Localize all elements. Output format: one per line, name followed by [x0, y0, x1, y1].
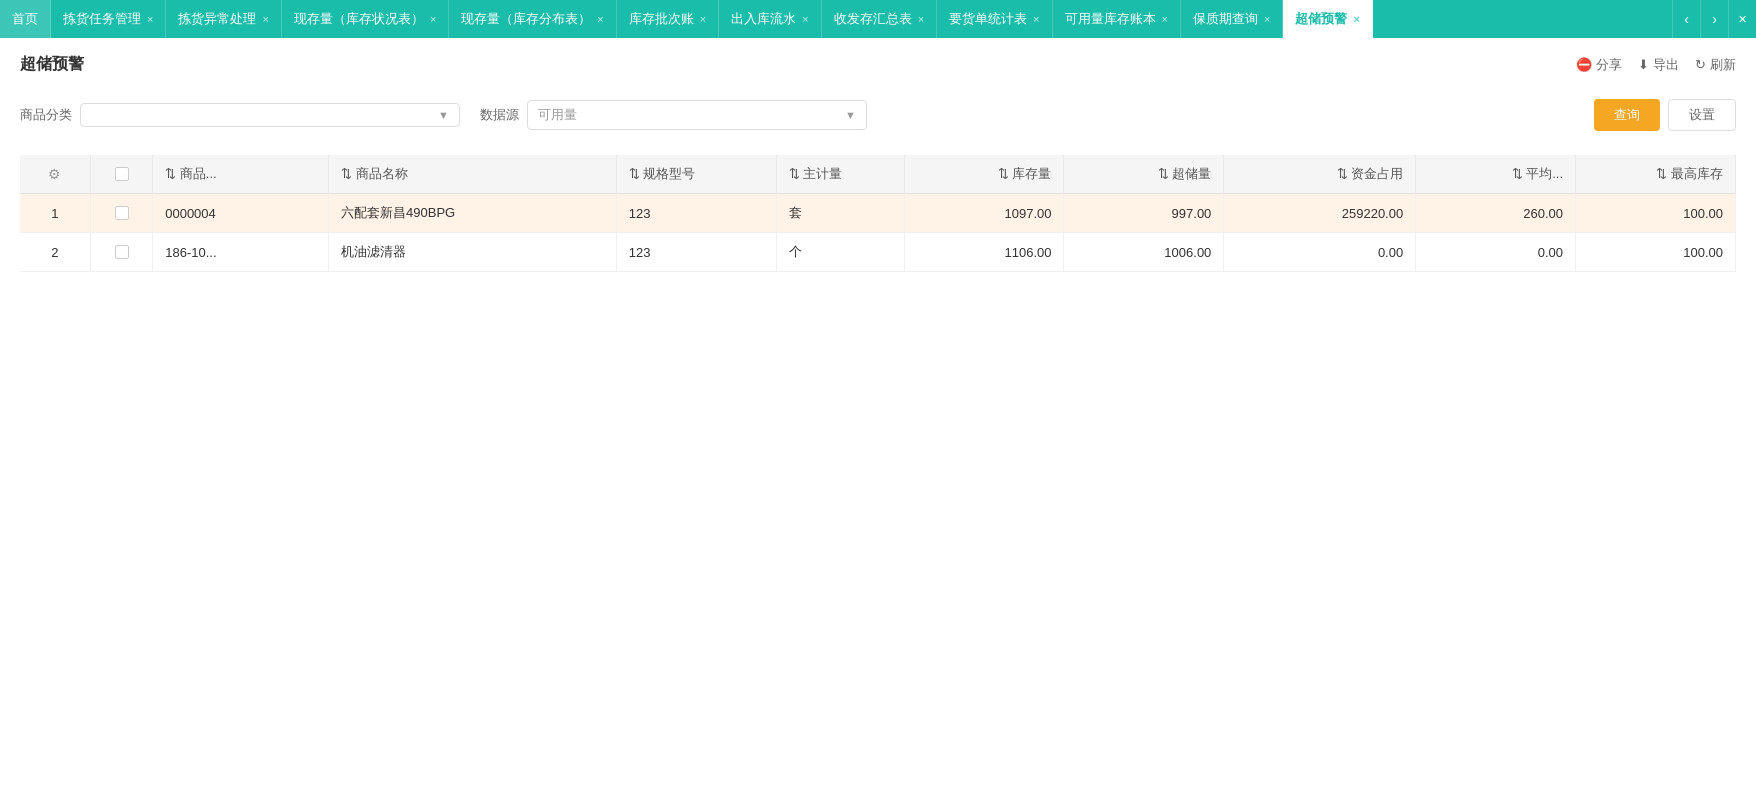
cell-checkbox	[90, 233, 152, 272]
filter-row: 商品分类 ▼ 数据源 可用量 ▼ 查询 设置	[20, 91, 1736, 139]
nav-close-recv-summary[interactable]: ×	[918, 13, 924, 25]
nav-next-arrow[interactable]: ›	[1700, 0, 1728, 38]
nav-inout-flow[interactable]: 出入库流水 ×	[719, 0, 821, 38]
row-checkbox[interactable]	[115, 206, 129, 220]
datasource-label: 数据源	[480, 106, 519, 124]
th-code[interactable]: ⇅ 商品...	[153, 155, 329, 194]
settings-button[interactable]: 设置	[1668, 99, 1736, 131]
category-label: 商品分类	[20, 106, 72, 124]
row-checkbox[interactable]	[115, 245, 129, 259]
nav-avail-account[interactable]: 可用量库存账本 ×	[1053, 0, 1181, 38]
table-row: 1 0000004 六配套新昌490BPG 123 套 1097.00 997.…	[20, 194, 1736, 233]
refresh-button[interactable]: ↻ 刷新	[1695, 56, 1736, 74]
cell-capital: 0.00	[1224, 233, 1416, 272]
nav-close-stock-status[interactable]: ×	[430, 13, 436, 25]
nav-batch-account[interactable]: 库存批次账 ×	[617, 0, 719, 38]
cell-name: 六配套新昌490BPG	[329, 194, 617, 233]
header-checkbox[interactable]	[115, 167, 129, 181]
cell-seq: 1	[20, 194, 90, 233]
cell-unit: 个	[776, 233, 904, 272]
nav-close-req-stat[interactable]: ×	[1033, 13, 1039, 25]
category-select-arrow: ▼	[438, 109, 449, 121]
th-maxstock[interactable]: ⇅ 最高库存	[1576, 155, 1736, 194]
nav-stock-status[interactable]: 现存量（库存状况表） ×	[282, 0, 449, 38]
cell-capital: 259220.00	[1224, 194, 1416, 233]
nav-close-stock-dist[interactable]: ×	[597, 13, 603, 25]
filter-actions: 查询 设置	[1594, 99, 1736, 131]
cell-maxstock: 100.00	[1576, 194, 1736, 233]
category-filter: 商品分类 ▼	[20, 103, 460, 127]
share-button[interactable]: ⛔ 分享	[1576, 56, 1622, 74]
nav-close-avail-account[interactable]: ×	[1162, 13, 1168, 25]
cell-checkbox	[90, 194, 152, 233]
export-icon: ⬇	[1638, 57, 1649, 72]
cell-maxstock: 100.00	[1576, 233, 1736, 272]
datasource-select[interactable]: 可用量 ▼	[527, 100, 867, 130]
share-icon: ⛔	[1576, 57, 1592, 72]
nav-close-pick-exception[interactable]: ×	[262, 13, 268, 25]
nav-recv-summary[interactable]: 收发存汇总表 ×	[822, 0, 937, 38]
nav-close-pick-task[interactable]: ×	[147, 13, 153, 25]
nav-shelf-life[interactable]: 保质期查询 ×	[1181, 0, 1283, 38]
page-title-bar: 超储预警 ⛔ 分享 ⬇ 导出 ↻ 刷新	[20, 54, 1736, 75]
nav-arrows: ‹ › ×	[1672, 0, 1756, 38]
datasource-filter: 数据源 可用量 ▼	[480, 100, 867, 130]
nav-overstock-warning[interactable]: 超储预警 ×	[1283, 0, 1372, 38]
th-capital[interactable]: ⇅ 资金占用	[1224, 155, 1416, 194]
export-button[interactable]: ⬇ 导出	[1638, 56, 1679, 74]
th-over[interactable]: ⇅ 超储量	[1064, 155, 1224, 194]
cell-code: 0000004	[153, 194, 329, 233]
th-name[interactable]: ⇅ 商品名称	[329, 155, 617, 194]
cell-spec: 123	[616, 233, 776, 272]
nav-stock-dist[interactable]: 现存量（库存分布表） ×	[449, 0, 616, 38]
table-row: 2 186-10... 机油滤清器 123 个 1106.00 1006.00 …	[20, 233, 1736, 272]
datasource-select-arrow: ▼	[845, 109, 856, 121]
top-nav: 首页 拣货任务管理 × 拣货异常处理 × 现存量（库存状况表） × 现存量（库存…	[0, 0, 1756, 38]
th-unit[interactable]: ⇅ 主计量	[776, 155, 904, 194]
cell-stock: 1106.00	[904, 233, 1064, 272]
column-settings-icon[interactable]: ⚙	[48, 166, 61, 182]
th-settings: ⚙	[20, 155, 90, 194]
query-button[interactable]: 查询	[1594, 99, 1660, 131]
table-header-row: ⚙ ⇅ 商品... ⇅ 商品名称 ⇅ 规格型号 ⇅ 主计量	[20, 155, 1736, 194]
cell-over: 1006.00	[1064, 233, 1224, 272]
th-spec[interactable]: ⇅ 规格型号	[616, 155, 776, 194]
cell-over: 997.00	[1064, 194, 1224, 233]
cell-avg: 0.00	[1416, 233, 1576, 272]
cell-seq: 2	[20, 233, 90, 272]
nav-pick-task[interactable]: 拣货任务管理 ×	[51, 0, 166, 38]
main-content: 超储预警 ⛔ 分享 ⬇ 导出 ↻ 刷新 商品分类 ▼ 数据源	[0, 38, 1756, 800]
nav-close-shelf-life[interactable]: ×	[1264, 13, 1270, 25]
datasource-value: 可用量	[538, 106, 577, 124]
nav-close-overstock-warning[interactable]: ×	[1353, 13, 1359, 25]
page-title: 超储预警	[20, 54, 84, 75]
nav-close-inout-flow[interactable]: ×	[802, 13, 808, 25]
nav-pick-exception[interactable]: 拣货异常处理 ×	[166, 0, 281, 38]
refresh-icon: ↻	[1695, 57, 1706, 72]
nav-prev-arrow[interactable]: ‹	[1672, 0, 1700, 38]
nav-close-batch-account[interactable]: ×	[700, 13, 706, 25]
nav-req-stat[interactable]: 要货单统计表 ×	[937, 0, 1052, 38]
cell-stock: 1097.00	[904, 194, 1064, 233]
th-stock[interactable]: ⇅ 库存量	[904, 155, 1064, 194]
cell-spec: 123	[616, 194, 776, 233]
data-table: ⚙ ⇅ 商品... ⇅ 商品名称 ⇅ 规格型号 ⇅ 主计量	[20, 155, 1736, 272]
nav-home[interactable]: 首页	[0, 0, 51, 38]
cell-avg: 260.00	[1416, 194, 1576, 233]
category-select[interactable]: ▼	[80, 103, 460, 127]
cell-unit: 套	[776, 194, 904, 233]
title-actions: ⛔ 分享 ⬇ 导出 ↻ 刷新	[1576, 56, 1736, 74]
cell-code: 186-10...	[153, 233, 329, 272]
nav-more-arrow[interactable]: ×	[1728, 0, 1756, 38]
th-avg[interactable]: ⇅ 平均...	[1416, 155, 1576, 194]
cell-name: 机油滤清器	[329, 233, 617, 272]
th-checkbox	[90, 155, 152, 194]
